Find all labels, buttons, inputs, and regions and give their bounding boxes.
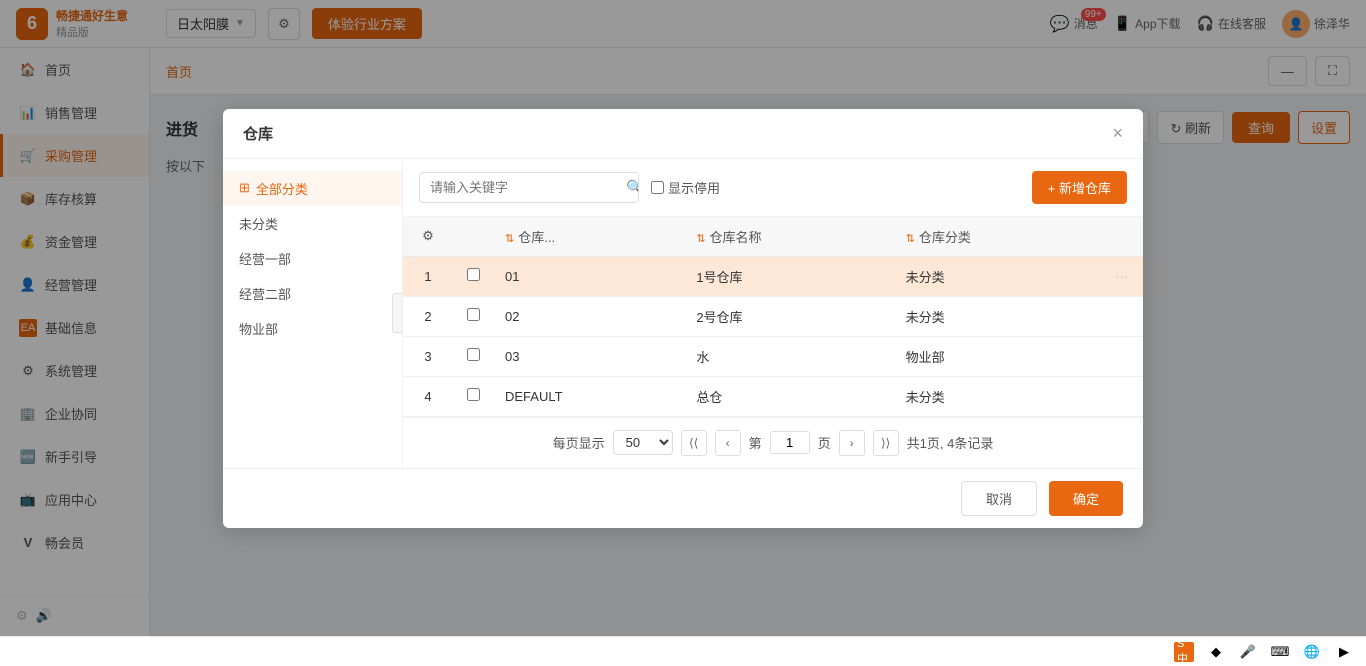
next-page-button[interactable]: ›: [839, 430, 865, 456]
category-column-header: ⇅仓库分类: [894, 217, 1103, 257]
modal-footer: 取消 确定: [223, 468, 1143, 528]
table-row[interactable]: 2 02 2号仓库 未分类: [403, 296, 1143, 336]
grid-icon: ⊞: [239, 180, 250, 196]
row-code-2: 02: [493, 296, 684, 336]
s-icon[interactable]: S中: [1174, 642, 1194, 662]
row-check-2[interactable]: [453, 296, 493, 336]
filter-bar: 🔍 显示停用 + 新增仓库: [403, 159, 1143, 217]
warehouse-modal: 仓库 × ⊞ 全部分类 未分类 经营一部 经营二部: [223, 109, 1143, 528]
row-name-2: 2号仓库: [684, 296, 893, 336]
gear-column-header: ⚙: [403, 217, 453, 257]
collapse-panel-button[interactable]: 《: [392, 293, 403, 333]
tree-item-dept1[interactable]: 经营一部: [223, 241, 402, 276]
actions-column-header: [1103, 217, 1143, 257]
row-actions-2: [1103, 296, 1143, 336]
language-icon[interactable]: 🌐: [1302, 642, 1322, 662]
keyboard-icon[interactable]: ⌨: [1270, 642, 1290, 662]
tree-item-property[interactable]: 物业部: [223, 311, 402, 346]
show-disabled-checkbox[interactable]: [651, 181, 664, 194]
row-check-4[interactable]: [453, 376, 493, 416]
check-column-header: [453, 217, 493, 257]
modal-overlay: 仓库 × ⊞ 全部分类 未分类 经营一部 经营二部: [0, 0, 1366, 636]
sort-icon: ⇅: [505, 233, 514, 245]
row-name-4: 总仓: [684, 376, 893, 416]
prev-page-button[interactable]: ‹: [715, 430, 741, 456]
row-code-4: DEFAULT: [493, 376, 684, 416]
add-warehouse-button[interactable]: + 新增仓库: [1032, 171, 1127, 204]
row-category-4: 未分类: [894, 376, 1103, 416]
sort-icon3: ⇅: [906, 233, 915, 245]
page-number-input[interactable]: [770, 431, 810, 454]
tree-item-dept2[interactable]: 经营二部: [223, 276, 402, 311]
first-page-button[interactable]: ⟨⟨: [681, 430, 707, 456]
play-icon[interactable]: ▶: [1334, 642, 1354, 662]
row-gear-1: 1: [403, 256, 453, 296]
code-column-header: ⇅仓库...: [493, 217, 684, 257]
sort-icon2: ⇅: [696, 233, 705, 245]
pagination: 每页显示 50 100 200 ⟨⟨ ‹ 第 页 › ⟩⟩ 共1页, 4条记录: [403, 417, 1143, 468]
row-gear-4: 4: [403, 376, 453, 416]
diamond-icon: ◆: [1206, 642, 1226, 662]
name-column-header: ⇅仓库名称: [684, 217, 893, 257]
table-row[interactable]: 1 01 1号仓库 未分类 ···: [403, 256, 1143, 296]
row-checkbox-2[interactable]: [467, 308, 480, 321]
row-check-3[interactable]: [453, 336, 493, 376]
show-disabled-checkbox-label[interactable]: 显示停用: [651, 178, 720, 197]
search-icon-button[interactable]: 🔍: [616, 173, 639, 202]
row-actions-1: ···: [1103, 256, 1143, 296]
right-panel: 🔍 显示停用 + 新增仓库 ⚙: [403, 159, 1143, 468]
search-input[interactable]: [420, 174, 616, 201]
row-code-3: 03: [493, 336, 684, 376]
row-code-1: 01: [493, 256, 684, 296]
mic-icon[interactable]: 🎤: [1238, 642, 1258, 662]
tree-item-all[interactable]: ⊞ 全部分类: [223, 171, 402, 206]
table-row[interactable]: 3 03 水 物业部: [403, 336, 1143, 376]
row-name-3: 水: [684, 336, 893, 376]
table-header-row: ⚙ ⇅仓库... ⇅仓库名称 ⇅仓库分类: [403, 217, 1143, 257]
table-row[interactable]: 4 DEFAULT 总仓 未分类: [403, 376, 1143, 416]
row-checkbox-4[interactable]: [467, 388, 480, 401]
row-category-2: 未分类: [894, 296, 1103, 336]
confirm-button[interactable]: 确定: [1049, 481, 1123, 516]
row-dots-icon-1[interactable]: ···: [1115, 269, 1128, 284]
search-input-wrap: 🔍: [419, 172, 639, 203]
row-checkbox-1[interactable]: [467, 268, 480, 281]
warehouse-table: ⚙ ⇅仓库... ⇅仓库名称 ⇅仓库分类: [403, 217, 1143, 417]
modal-header: 仓库 ×: [223, 109, 1143, 159]
row-name-1: 1号仓库: [684, 256, 893, 296]
row-actions-4: [1103, 376, 1143, 416]
row-gear-3: 3: [403, 336, 453, 376]
tree-item-uncategorized[interactable]: 未分类: [223, 206, 402, 241]
tree-panel: ⊞ 全部分类 未分类 经营一部 经营二部 物业部 《: [223, 159, 403, 468]
row-category-1: 未分类: [894, 256, 1103, 296]
row-category-3: 物业部: [894, 336, 1103, 376]
status-bar: S中 ◆ 🎤 ⌨ 🌐 ▶: [0, 636, 1366, 666]
row-actions-3: [1103, 336, 1143, 376]
row-gear-2: 2: [403, 296, 453, 336]
row-check-1[interactable]: [453, 256, 493, 296]
per-page-select[interactable]: 50 100 200: [613, 430, 673, 455]
last-page-button[interactable]: ⟩⟩: [873, 430, 899, 456]
close-button[interactable]: ×: [1112, 123, 1123, 144]
modal-body: ⊞ 全部分类 未分类 经营一部 经营二部 物业部 《: [223, 159, 1143, 468]
cancel-button[interactable]: 取消: [961, 481, 1037, 516]
modal-title: 仓库: [243, 123, 273, 144]
row-checkbox-3[interactable]: [467, 348, 480, 361]
